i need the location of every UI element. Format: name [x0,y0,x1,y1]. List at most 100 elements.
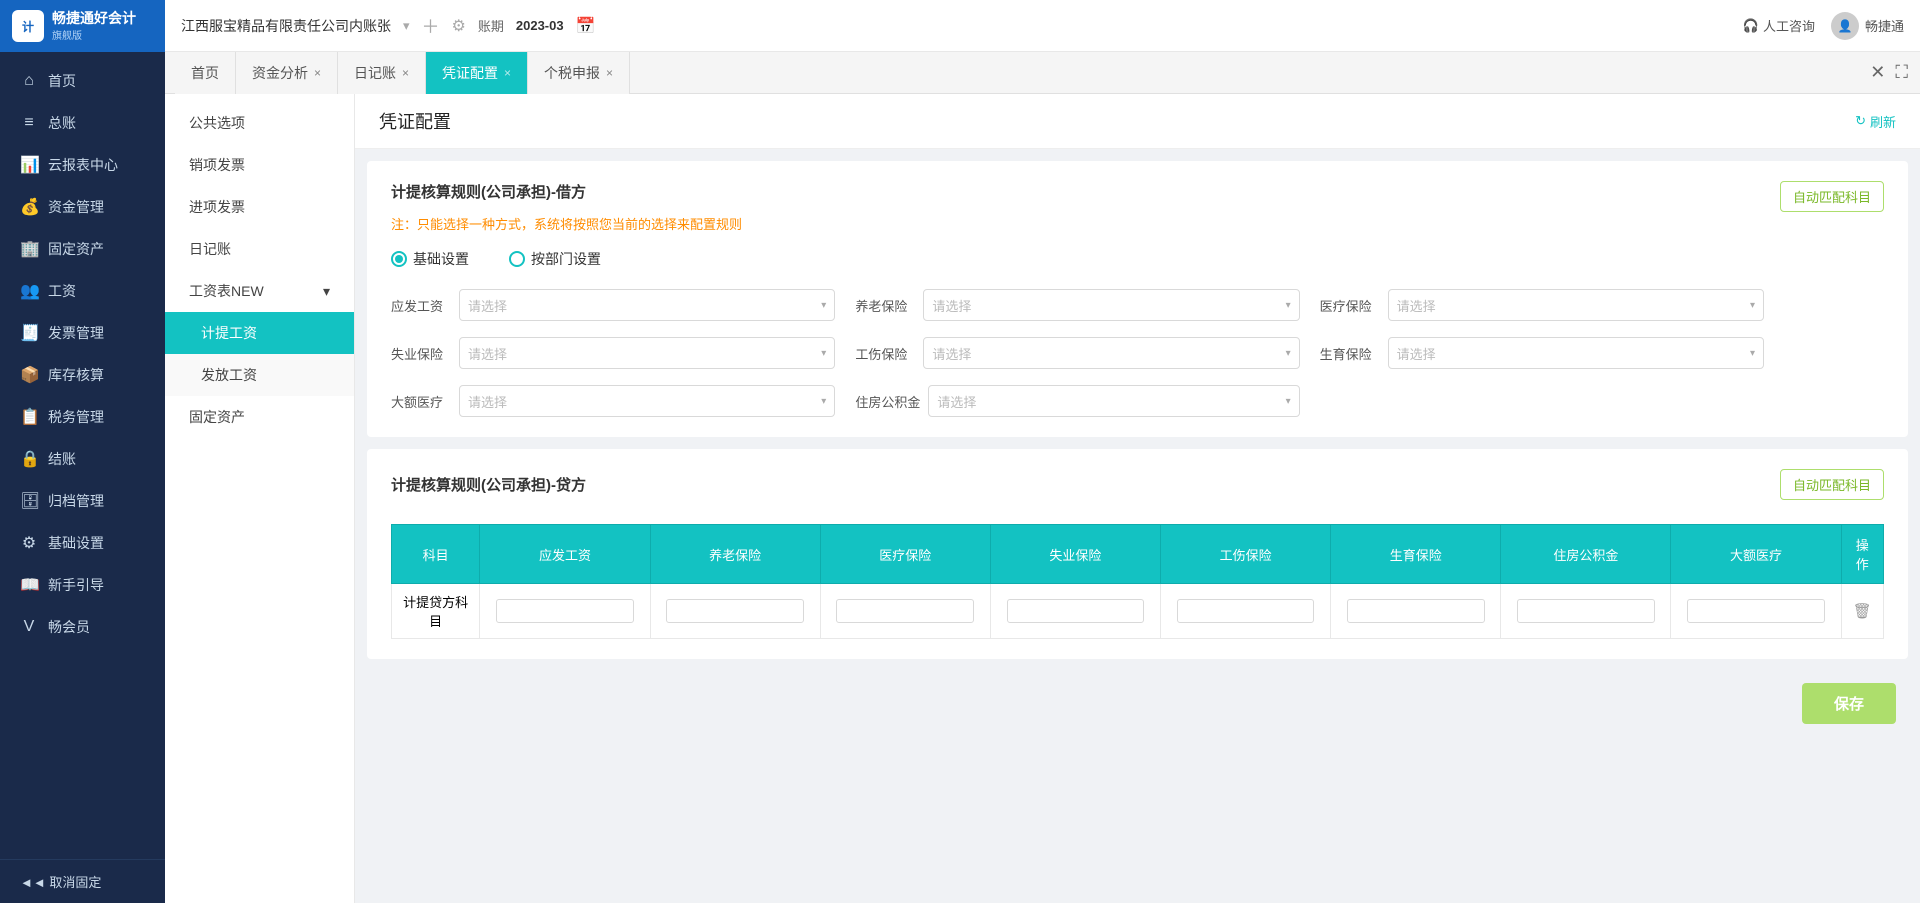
close-tab-icon[interactable]: ✕ [1870,62,1885,83]
form-select-养老保险[interactable]: 请选择 ▾ [923,289,1299,321]
sidebar-item-畅会员[interactable]: V畅会员 [0,606,165,648]
tab-日记账[interactable]: 日记账× [338,52,426,94]
sidebar-item-发票管理[interactable]: 🧾发票管理 [0,312,165,354]
sidebar-item-工资[interactable]: 👥工资 [0,270,165,312]
expand-icon[interactable]: ⛶ [1895,62,1908,83]
consultant-btn[interactable]: 🎧 人工咨询 [1743,16,1815,35]
radio-basic[interactable]: 基础设置 [391,249,469,269]
menu-expand-工资表[interactable]: 工资表NEW [165,270,354,312]
op-cell-0: 🗑 [1841,584,1883,639]
refresh-button[interactable]: ↻ 刷新 [1855,112,1896,131]
form-select-医疗保险[interactable]: 请选择 ▾ [1388,289,1764,321]
cell-0-1 [650,584,820,639]
delete-row-button-0[interactable]: 🗑 [1853,603,1872,620]
nav-label-11: 基础设置 [48,533,104,553]
radio-department[interactable]: 按部门设置 [509,249,601,269]
col-header-养老保险: 养老保险 [650,525,820,584]
tab-label-1: 资金分析 [252,63,308,83]
form-select-生育保险[interactable]: 请选择 ▾ [1388,337,1764,369]
form-label-住房公积金: 住房公积金 [855,392,920,411]
page-content: 凭证配置 ↻ 刷新 计提核算规则(公司承担)-借方 注：只能选择一种方式，系统将… [355,94,1920,903]
sidebar-item-资金管理[interactable]: 💰资金管理 [0,186,165,228]
sidebar-item-库存核算[interactable]: 📦库存核算 [0,354,165,396]
auto-match-debit-button[interactable]: 自动匹配科目 [1780,181,1884,212]
company-name: 江西服宝精品有限责任公司内账张 [181,16,391,36]
select-placeholder-医疗保险: 请选择 [1397,296,1436,315]
sidebar-item-固定资产[interactable]: 🏢固定资产 [0,228,165,270]
nav-icon-10: 🗄 [20,491,38,511]
form-select-应发工资[interactable]: 请选择 ▾ [459,289,835,321]
new-badge: NEW [231,283,264,299]
calendar-icon[interactable]: 📅 [576,16,596,36]
input-0-0[interactable] [496,599,634,623]
nav-icon-12: 📖 [20,575,38,595]
sidebar-item-税务管理[interactable]: 📋税务管理 [0,396,165,438]
input-0-2[interactable] [836,599,974,623]
nav-icon-8: 📋 [20,407,38,427]
radio-basic-circle [391,251,407,267]
tab-凭证配置[interactable]: 凭证配置× [426,52,528,94]
cancel-fixed-button[interactable]: ◄◄ 取消固定 [0,859,165,903]
form-row-失业保险: 失业保险 请选择 ▾ [391,337,835,369]
tab-close-4[interactable]: × [606,66,613,80]
add-icon[interactable]: ＋ [422,13,440,39]
sidebar-nav: ⌂首页≡总账📊云报表中心💰资金管理🏢固定资产👥工资🧾发票管理📦库存核算📋税务管理… [0,52,165,859]
form-label-大额医疗: 大额医疗 [391,392,451,411]
select-arrow-工伤保险: ▾ [1286,348,1291,359]
sidebar-item-首页[interactable]: ⌂首页 [0,60,165,102]
menu-item-固定资产[interactable]: 固定资产 [165,396,354,438]
section-debit-title: 计提核算规则(公司承担)-借方 [391,181,1764,202]
settings-icon[interactable]: ⚙ [452,16,466,36]
sidebar-item-基础设置[interactable]: ⚙基础设置 [0,522,165,564]
cell-0-3 [990,584,1160,639]
save-button[interactable]: 保存 [1802,683,1896,724]
nav-icon-0: ⌂ [20,72,38,90]
menu-item-进项发票[interactable]: 进项发票 [165,186,354,228]
auto-match-credit-button[interactable]: 自动匹配科目 [1780,469,1884,500]
nav-icon-7: 📦 [20,365,38,385]
tab-首页[interactable]: 首页 [175,52,236,94]
form-select-住房公积金[interactable]: 请选择 ▾ [928,385,1299,417]
sidebar-item-总账[interactable]: ≡总账 [0,102,165,144]
sidebar-item-云报表中心[interactable]: 📊云报表中心 [0,144,165,186]
input-0-7[interactable] [1687,599,1825,623]
dropdown-icon[interactable]: ▾ [403,18,410,34]
menu-item-日记账[interactable]: 日记账 [165,228,354,270]
sidebar-item-新手引导[interactable]: 📖新手引导 [0,564,165,606]
menu-item-计提工资[interactable]: 计提工资 [165,312,354,354]
tab-close-2[interactable]: × [402,66,409,80]
input-0-4[interactable] [1177,599,1315,623]
section-credit: 计提核算规则(公司承担)-贷方 自动匹配科目 科目应发工资养老保险医疗保险失业保… [367,449,1908,659]
sidebar-item-归档管理[interactable]: 🗄 归档管理 [0,480,165,522]
menu-item-公共选项[interactable]: 公共选项 [165,102,354,144]
tab-资金分析[interactable]: 资金分析 × [236,52,338,94]
tab-close-3[interactable]: × [504,66,511,80]
form-row-工伤保险: 工伤保险 请选择 ▾ [855,337,1299,369]
sidebar-item-结账[interactable]: 🔒结账 [0,438,165,480]
tab-close-1[interactable]: × [314,66,321,80]
main-area: 江西服宝精品有限责任公司内账张 ▾ ＋ ⚙ 账期 2023-03 📅 🎧 人工咨… [165,0,1920,903]
user-name: 畅捷通 [1865,16,1904,35]
input-0-3[interactable] [1007,599,1145,623]
credit-table: 科目应发工资养老保险医疗保险失业保险工伤保险生育保险住房公积金大额医疗操作 计提… [391,524,1884,639]
col-header-住房公积金: 住房公积金 [1501,525,1671,584]
nav-label-10: 归档管理 [48,491,104,511]
tabbar: 首页资金分析×日记账×凭证配置×个税申报× ✕ ⛶ [165,52,1920,94]
row-label-0: 计提贷方科目 [392,584,480,639]
refresh-icon: ↻ [1855,113,1866,129]
col-header-科目: 科目 [392,525,480,584]
menu-label-7: 固定资产 [189,407,245,427]
form-select-工伤保险[interactable]: 请选择 ▾ [923,337,1299,369]
menu-item-销项发票[interactable]: 销项发票 [165,144,354,186]
col-header-失业保险: 失业保险 [990,525,1160,584]
tab-个税申报[interactable]: 个税申报× [528,52,630,94]
input-0-5[interactable] [1347,599,1485,623]
menu-label-0: 公共选项 [189,113,245,133]
form-label-生育保险: 生育保险 [1320,344,1380,363]
form-select-大额医疗[interactable]: 请选择 ▾ [459,385,835,417]
form-select-失业保险[interactable]: 请选择 ▾ [459,337,835,369]
input-0-6[interactable] [1517,599,1655,623]
menu-item-发放工资[interactable]: 发放工资 [165,354,354,396]
section-credit-title: 计提核算规则(公司承担)-贷方 [391,474,586,495]
input-0-1[interactable] [666,599,804,623]
